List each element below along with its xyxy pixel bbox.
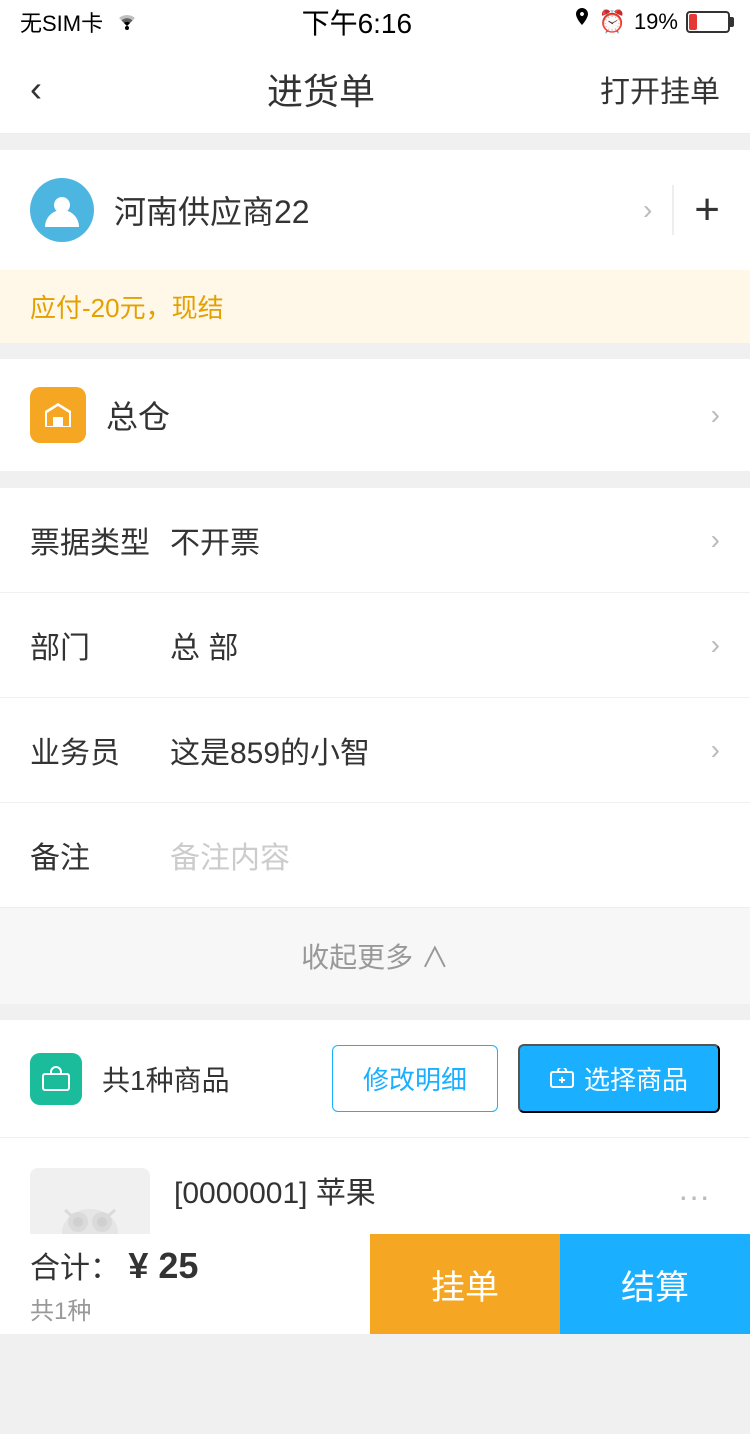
invoice-type-label: 票据类型: [30, 518, 170, 562]
invoice-type-chevron-icon: ›: [711, 524, 720, 556]
supplier-chevron-icon: ›: [643, 194, 652, 226]
status-carrier: 无SIM卡: [20, 6, 141, 38]
department-row[interactable]: 部门 总 部 ›: [0, 592, 750, 697]
warehouse-section: 总仓 ›: [0, 359, 750, 471]
checkout-button[interactable]: 结算: [560, 1234, 750, 1334]
warehouse-icon: [30, 387, 86, 443]
invoice-type-row[interactable]: 票据类型 不开票 ›: [0, 487, 750, 592]
salesman-chevron-icon: ›: [711, 734, 720, 766]
bottom-bar: 合计： ¥ 25 共1种 挂单 结算: [0, 1234, 750, 1334]
hold-button[interactable]: 挂单: [370, 1234, 560, 1334]
warehouse-name: 总仓: [106, 392, 711, 438]
products-header: 共1种商品 修改明细 选择商品: [0, 1020, 750, 1138]
department-value: 总 部: [170, 623, 711, 667]
product-more-button[interactable]: ···: [668, 1168, 720, 1225]
payment-hint: 应付-20元，现结: [0, 270, 750, 343]
supplier-section: 河南供应商22 › + 应付-20元，现结: [0, 150, 750, 343]
back-button[interactable]: ‹: [30, 68, 42, 110]
battery-icon: [686, 11, 730, 33]
supplier-name: 河南供应商22: [114, 187, 643, 233]
status-time: 下午6:16: [302, 2, 413, 42]
product-name: [0000001] 苹果: [174, 1168, 644, 1212]
status-indicators: ⏰ 19%: [573, 8, 730, 36]
supplier-avatar: [30, 178, 94, 242]
battery-percentage: 19%: [634, 9, 678, 35]
alarm-icon: ⏰: [599, 9, 626, 35]
total-main: 合计： ¥ 25: [30, 1243, 340, 1287]
warehouse-row[interactable]: 总仓 ›: [0, 359, 750, 471]
supplier-row[interactable]: 河南供应商22 › +: [0, 150, 750, 270]
total-amount: ¥ 25: [128, 1245, 198, 1286]
select-product-button[interactable]: 选择商品: [518, 1044, 720, 1113]
bottom-spacer: [0, 1334, 750, 1434]
note-row[interactable]: 备注 备注内容: [0, 802, 750, 907]
add-supplier-button[interactable]: +: [694, 185, 720, 235]
department-chevron-icon: ›: [711, 629, 720, 661]
location-icon: [573, 8, 591, 36]
product-code: [0000001]: [174, 1177, 307, 1210]
supplier-divider: [672, 185, 674, 235]
page-title: 进货单: [267, 63, 375, 115]
warehouse-chevron-icon: ›: [711, 399, 720, 431]
collapse-bar[interactable]: 收起更多 ∧: [0, 907, 750, 1004]
wifi-icon: [113, 8, 141, 36]
total-label: 合计：: [30, 1252, 120, 1285]
products-icon: [30, 1053, 82, 1105]
bottom-total: 合计： ¥ 25 共1种: [0, 1234, 370, 1334]
total-sub: 共1种: [30, 1291, 340, 1326]
edit-detail-button[interactable]: 修改明细: [332, 1045, 498, 1112]
form-section: 票据类型 不开票 › 部门 总 部 › 业务员 这是859的小智 › 备注 备注…: [0, 487, 750, 1004]
salesman-row[interactable]: 业务员 这是859的小智 ›: [0, 697, 750, 802]
nav-bar: ‹ 进货单 打开挂单: [0, 44, 750, 134]
salesman-value: 这是859的小智: [170, 728, 711, 772]
select-product-label: 选择商品: [584, 1060, 688, 1097]
salesman-label: 业务员: [30, 728, 170, 772]
products-count: 共1种商品: [102, 1059, 312, 1099]
note-input[interactable]: 备注内容: [170, 833, 720, 877]
note-label: 备注: [30, 833, 170, 877]
carrier-text: 无SIM卡: [20, 6, 103, 38]
status-bar: 无SIM卡 下午6:16 ⏰ 19%: [0, 0, 750, 44]
open-pending-button[interactable]: 打开挂单: [600, 67, 720, 111]
department-label: 部门: [30, 623, 170, 667]
invoice-type-value: 不开票: [170, 518, 711, 562]
